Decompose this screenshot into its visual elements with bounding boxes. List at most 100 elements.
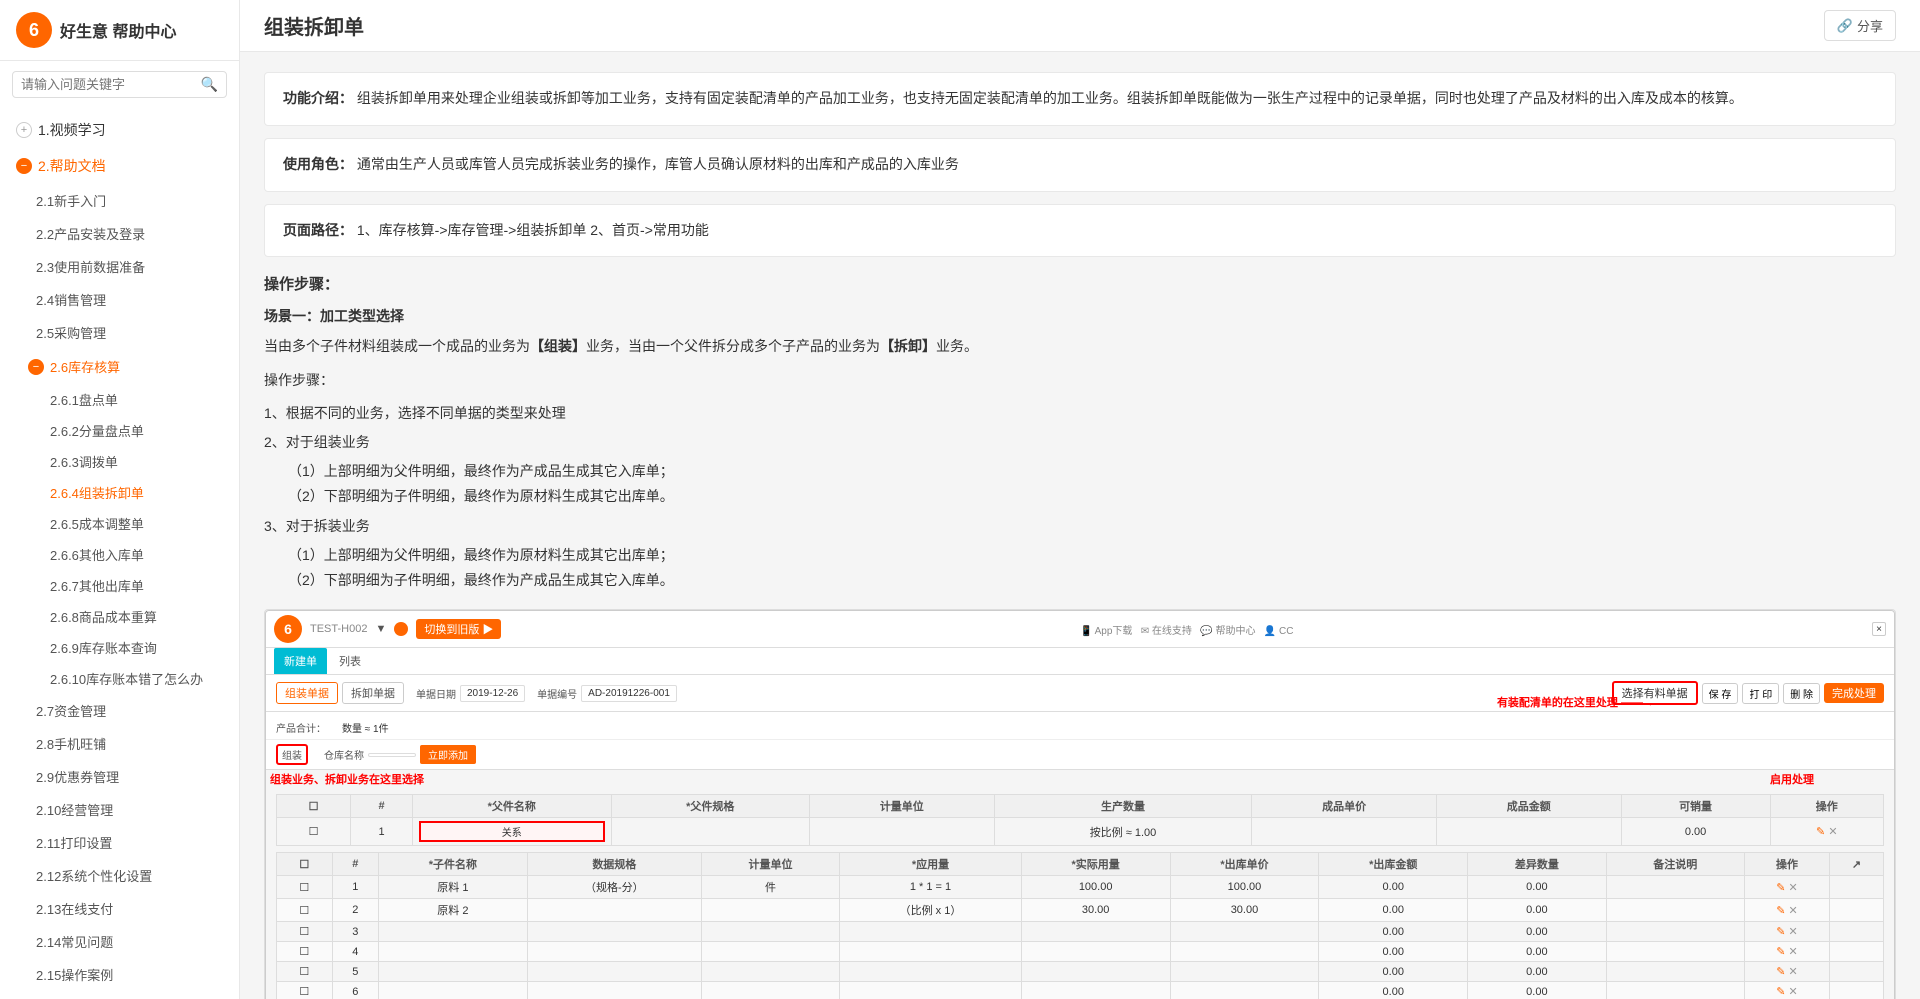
mock-btn-disassemble[interactable]: 拆卸单据	[342, 682, 404, 704]
mock-total-label: 产品合计：	[276, 720, 326, 735]
mock-edit2-6[interactable]: ✎	[1776, 986, 1785, 998]
scene1-step3-sub1: （1）上部明细为父件明细，最终作为原材料生成其它出库单；	[264, 543, 1896, 568]
sidebar-item-g266[interactable]: 2.6.6其他入库单	[0, 539, 239, 570]
mock-edit2-2[interactable]: ✎	[1776, 905, 1785, 917]
mock-row2-6: ☐6 0.000.00 ✎ ✕	[277, 982, 1884, 999]
sidebar-item-g215[interactable]: 2.15操作案例	[0, 958, 239, 991]
sidebar-item-g265[interactable]: 2.6.5成本调整单	[0, 508, 239, 539]
sidebar-item-g21[interactable]: 2.1新手入门	[0, 184, 239, 217]
mock-date-label: 单据日期	[416, 686, 456, 701]
mock-edit2-1[interactable]: ✎	[1776, 882, 1785, 894]
mock-del-icon1[interactable]: ✕	[1828, 826, 1837, 838]
mock-del2-5[interactable]: ✕	[1789, 966, 1798, 978]
scene1-step3: 3、对于拆装业务	[264, 514, 1896, 539]
mock-notify-icon	[394, 622, 408, 636]
mock-submit-btn[interactable]: 完成处理	[1824, 683, 1884, 703]
mock-title-bar: 6 TEST-H002 ▼ 切换到旧版 ▶ 📱 App下载 ✉ 在线支持 💬 帮…	[266, 611, 1894, 648]
mock-th-spec: *父件规格	[611, 795, 809, 818]
sidebar-item-g22[interactable]: 2.2产品安装及登录	[0, 217, 239, 250]
share-button[interactable]: 🔗 分享	[1824, 10, 1896, 41]
sidebar-item-g262[interactable]: 2.6.2分量盘点单	[0, 415, 239, 446]
mock-del2-1[interactable]: ✕	[1789, 882, 1798, 894]
mock-edit2-3[interactable]: ✎	[1776, 926, 1785, 938]
mock-th-item: *父件名称	[413, 795, 611, 818]
mock-date-value[interactable]: 2019-12-26	[460, 685, 525, 702]
mock-th-qty: 生产数量	[994, 795, 1252, 818]
mock-del2-2[interactable]: ✕	[1789, 905, 1798, 917]
function-text: 组装拆卸单用来处理企业组装或拆卸等加工业务，支持有固定装配清单的产品加工业务，也…	[357, 90, 1743, 106]
mock-add-row-btn[interactable]: 立即添加	[420, 745, 476, 764]
mock-type-value: 组装	[282, 751, 302, 762]
scene1-step1: 1、根据不同的业务，选择不同单据的类型来处理	[264, 401, 1896, 426]
role-block: 使用角色： 通常由生产人员或库管人员完成拆装业务的操作，库管人员确认原材料的出库…	[264, 138, 1896, 192]
mock-warehouse-field: 仓库名称 立即添加	[324, 745, 476, 764]
mock-wh-label: 仓库名称	[324, 747, 364, 762]
sidebar-item-g210[interactable]: 2.10经营管理	[0, 793, 239, 826]
mock-edit2-4[interactable]: ✎	[1776, 946, 1785, 958]
mock-th-action: 操作	[1770, 795, 1883, 818]
mock-company-id: TEST-H002	[310, 623, 367, 635]
operations-heading: 操作步骤：	[264, 273, 1896, 294]
mock-tab-list[interactable]: 列表	[329, 648, 371, 674]
sidebar-item-g23[interactable]: 2.3使用前数据准备	[0, 250, 239, 283]
mock-del2-3[interactable]: ✕	[1789, 926, 1798, 938]
logo-icon: 6	[16, 12, 52, 48]
sidebar-item-g212[interactable]: 2.12系统个性化设置	[0, 859, 239, 892]
sidebar-item-g27[interactable]: 2.7资金管理	[0, 694, 239, 727]
mock-th2-actual: *实际用量	[1021, 853, 1170, 876]
mock-del2-6[interactable]: ✕	[1789, 986, 1798, 998]
mock-summary-row: 产品合计： 数量 ≈ 1件	[266, 716, 1894, 740]
scene1-desc: 当由多个子件材料组装成一个成品的业务为【组装】业务，当由一个父件拆分成多个子产品…	[264, 334, 1896, 359]
mock-th2-num: #	[332, 853, 378, 876]
sidebar-item-g25[interactable]: 2.5采购管理	[0, 316, 239, 349]
share-icon: 🔗	[1837, 18, 1853, 34]
search-input[interactable]	[21, 77, 201, 92]
sidebar-item-g211[interactable]: 2.11打印设置	[0, 826, 239, 859]
mock-tab-active[interactable]: 新建单	[274, 648, 327, 674]
mock-wh-value[interactable]	[368, 753, 416, 757]
scene1-step2: 2、对于组装业务	[264, 430, 1896, 455]
sidebar-item-g29[interactable]: 2.9优惠券管理	[0, 760, 239, 793]
mock-td-item1-val[interactable]: 关系	[419, 821, 604, 842]
annotation4-text: 启用处理	[1770, 771, 1814, 787]
content-area: 功能介绍： 组装拆卸单用来处理企业组装或拆卸等加工业务，支持有固定装配清单的产品…	[240, 52, 1920, 999]
sidebar-item-g214[interactable]: 2.14常见问题	[0, 925, 239, 958]
mock-btn-assemble[interactable]: 组装单据	[276, 682, 338, 704]
mock-td-avail1: 0.00	[1621, 818, 1770, 846]
logo-text: 好生意 帮助中心	[60, 18, 176, 42]
mock-save-btn[interactable]: 保 存	[1702, 683, 1739, 704]
mock-delete-btn[interactable]: 删 除	[1783, 683, 1820, 704]
mock-th2-unit: 计量单位	[701, 853, 839, 876]
screenshot-container: 6 TEST-H002 ▼ 切换到旧版 ▶ 📱 App下载 ✉ 在线支持 💬 帮…	[264, 609, 1896, 999]
sidebar-item-group2[interactable]: − 2.帮助文档	[0, 148, 239, 184]
sidebar-item-g264[interactable]: 2.6.4组装拆卸单	[0, 477, 239, 508]
sidebar-item-g26[interactable]: − 2.6库存核算	[0, 349, 239, 384]
mock-th-avail: 可销量	[1621, 795, 1770, 818]
sidebar-item-g213[interactable]: 2.13在线支付	[0, 892, 239, 925]
mock-del2-4[interactable]: ✕	[1789, 946, 1798, 958]
sidebar-item-g269[interactable]: 2.6.9库存账本查询	[0, 632, 239, 663]
sidebar-item-g28[interactable]: 2.8手机旺铺	[0, 727, 239, 760]
mock-edit2-5[interactable]: ✎	[1776, 966, 1785, 978]
search-icon[interactable]: 🔍	[201, 76, 218, 93]
sidebar-item-g263[interactable]: 2.6.3调拨单	[0, 446, 239, 477]
sidebar-item-g267[interactable]: 2.6.7其他出库单	[0, 570, 239, 601]
search-box[interactable]: 🔍	[12, 71, 227, 98]
mock-total-qty: 数量 ≈ 1件	[342, 720, 389, 735]
mock-td-amount1	[1436, 818, 1621, 846]
sidebar-item-g2610[interactable]: 2.6.10库存账本错了怎么办	[0, 663, 239, 694]
sidebar-item-g24[interactable]: 2.4销售管理	[0, 283, 239, 316]
mock-close-icon[interactable]: ×	[1872, 622, 1886, 636]
mock-print-btn[interactable]: 打 印	[1742, 683, 1779, 704]
mock-date-field: 单据日期 2019-12-26	[416, 685, 525, 702]
mock-id-value[interactable]: AD-20191226-001	[581, 685, 677, 702]
mock-icons: 📱 App下载 ✉ 在线支持 💬 帮助中心 👤 CC	[1080, 622, 1294, 637]
mock-nav-btn: 切换到旧版 ▶	[416, 619, 501, 639]
sidebar-item-g261[interactable]: 2.6.1盘点单	[0, 384, 239, 415]
sidebar-item-g268[interactable]: 2.6.8商品成本重算	[0, 601, 239, 632]
path-label: 页面路径：	[283, 222, 353, 238]
function-intro-block: 功能介绍： 组装拆卸单用来处理企业组装或拆卸等加工业务，支持有固定装配清单的产品…	[264, 72, 1896, 126]
mock-edit-icon1[interactable]: ✎	[1816, 826, 1825, 838]
sidebar-item-group1[interactable]: + 1.视频学习	[0, 112, 239, 148]
sidebar: 6 好生意 帮助中心 🔍 + 1.视频学习 − 2.帮助文档 2.1新手入门 2…	[0, 0, 240, 999]
